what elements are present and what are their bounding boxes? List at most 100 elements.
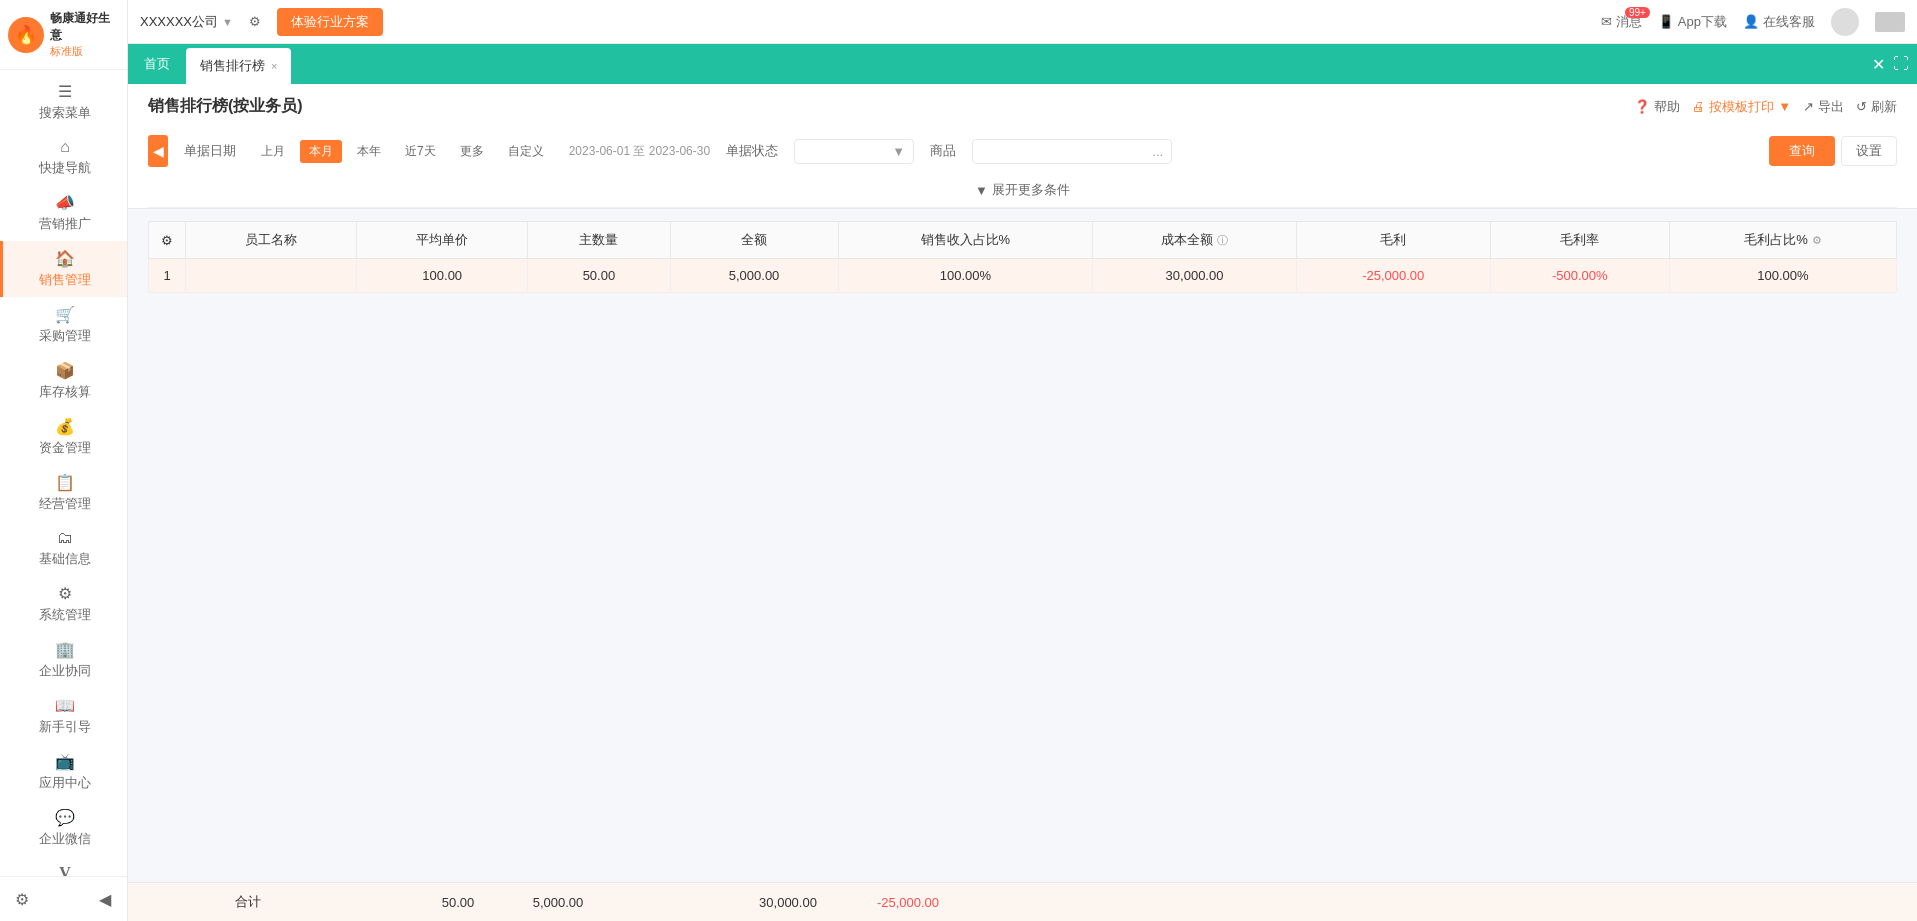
collapse-filter-btn[interactable]: ◀	[148, 135, 168, 167]
page-header: 销售排行榜(按业务员) ❓ 帮助 🖨 按模板打印 ▼ ↗ 导出	[128, 84, 1917, 209]
service-icon: 👤	[1743, 14, 1759, 29]
filter-expand-row: ▼ 展开更多条件	[148, 175, 1897, 207]
settings-btn[interactable]: 设置	[1841, 136, 1897, 166]
td-avg-price: 100.00	[357, 259, 528, 293]
appcenter-icon: 📺	[55, 752, 75, 771]
tab-home[interactable]: 首页	[128, 44, 186, 84]
tab-sales-ranking[interactable]: 销售排行榜 ×	[186, 48, 291, 84]
inventory-icon: 📦	[55, 361, 75, 380]
current-year-tag[interactable]: 本年	[348, 140, 390, 163]
td-gross-rate: -500.00%	[1490, 259, 1669, 293]
sidebar-item-appcenter[interactable]: 📺 应用中心	[0, 744, 127, 800]
logo-text: 畅康通好生意 标准版	[50, 10, 119, 59]
main: XXXXXX公司 ▼ ⚙ 体验行业方案 ✉ 消息 99+ 📱 App下载 👤 在…	[128, 0, 1917, 921]
footer-gross: -25,000.00	[848, 895, 968, 910]
tab-maximize-btn[interactable]: ⛶	[1893, 55, 1909, 73]
user-avatar[interactable]	[1831, 8, 1859, 36]
refresh-btn[interactable]: ↺ 刷新	[1856, 98, 1897, 116]
tab-bar: 首页 销售排行榜 × ✕ ⛶	[128, 44, 1917, 84]
help-btn[interactable]: ❓ 帮助	[1634, 98, 1680, 116]
footer-cost: 30,000.00	[728, 895, 848, 910]
last-month-tag[interactable]: 上月	[252, 140, 294, 163]
th-gross: 毛利	[1296, 222, 1490, 259]
company-dropdown-icon: ▼	[222, 16, 233, 28]
print-arrow-icon: ▼	[1778, 99, 1791, 114]
sidebar-item-baseinfo[interactable]: 🗂 基础信息	[0, 521, 127, 576]
td-rank: 1	[149, 259, 186, 293]
custom-tag[interactable]: 自定义	[499, 140, 553, 163]
td-sales-pct: 100.00%	[838, 259, 1093, 293]
online-service-btn[interactable]: 👤 在线客服	[1743, 13, 1815, 31]
msg-btn[interactable]: ✉ 消息 99+	[1601, 13, 1642, 31]
logo-badge: 标准版	[50, 44, 119, 59]
page-actions: ❓ 帮助 🖨 按模板打印 ▼ ↗ 导出 ↺ 刷新	[1634, 98, 1897, 116]
sidebar-item-member[interactable]: V 畅会员	[0, 856, 127, 876]
date-range: 上月 本月 本年 近7天 更多 自定义	[252, 140, 553, 163]
company-select[interactable]: XXXXXX公司 ▼	[140, 13, 233, 31]
print-icon: 🖨	[1692, 99, 1705, 114]
export-btn[interactable]: ↗ 导出	[1803, 98, 1844, 116]
th-settings[interactable]: ⚙	[149, 222, 186, 259]
table-footer: 合计 50.00 5,000.00 30,000.00 -25,000.00	[128, 882, 1917, 921]
sidebar-item-purchase[interactable]: 🛒 采购管理	[0, 297, 127, 353]
status-select[interactable]: ▼	[794, 139, 914, 164]
cost-info-icon: ⓘ	[1217, 234, 1228, 246]
page-title-row: 销售排行榜(按业务员) ❓ 帮助 🖨 按模板打印 ▼ ↗ 导出	[148, 96, 1897, 127]
settings-icon: ⚙	[249, 14, 261, 29]
data-table: ⚙ 员工名称 平均单价 主数量 全额 销售收入占比% 成本全额 ⓘ 毛利 毛利率…	[148, 221, 1897, 293]
trial-btn[interactable]: 体验行业方案	[277, 8, 383, 36]
sidebar-item-system[interactable]: ⚙ 系统管理	[0, 576, 127, 632]
date-label: 单据日期	[184, 142, 236, 160]
sidebar-item-sales[interactable]: 🏠 销售管理	[0, 241, 127, 297]
sidebar-item-marketing[interactable]: 📣 营销推广	[0, 185, 127, 241]
sidebar-item-search[interactable]: ☰ 搜索菜单	[0, 74, 127, 130]
current-month-tag[interactable]: 本月	[300, 140, 342, 163]
footer-qty: 50.00	[408, 895, 508, 910]
expand-btn[interactable]: ▼ 展开更多条件	[975, 181, 1070, 199]
sidebar-label-appcenter: 应用中心	[39, 774, 91, 792]
sidebar-collapse-btn[interactable]: ◀	[91, 885, 119, 913]
sidebar-label-guide: 新手引导	[39, 718, 91, 736]
app-download-btn[interactable]: 📱 App下载	[1658, 13, 1727, 31]
service-label: 在线客服	[1763, 13, 1815, 31]
sidebar-footer: ⚙ ◀	[0, 876, 127, 921]
sidebar-item-enterprise[interactable]: 🏢 企业协同	[0, 632, 127, 688]
tab-close-icon[interactable]: ×	[271, 60, 277, 72]
sidebar-label-system: 系统管理	[39, 606, 91, 624]
sidebar-settings-btn[interactable]: ⚙	[8, 885, 36, 913]
sidebar-label-finance: 资金管理	[39, 439, 91, 457]
system-icon: ⚙	[58, 584, 72, 603]
sidebar-item-quicknav[interactable]: ⌂ 快捷导航	[0, 130, 127, 185]
query-btn[interactable]: 查询	[1769, 136, 1835, 166]
app-icon: 📱	[1658, 14, 1674, 29]
search-menu-icon: ☰	[58, 82, 72, 101]
goods-input[interactable]: ...	[972, 139, 1172, 164]
sidebar-item-finance[interactable]: 💰 资金管理	[0, 409, 127, 465]
logo-name: 畅康通好生意	[50, 10, 119, 44]
baseinfo-icon: 🗂	[57, 529, 73, 547]
more-tag[interactable]: 更多	[451, 140, 493, 163]
print-btn[interactable]: 🖨 按模板打印 ▼	[1692, 98, 1791, 116]
sidebar-item-guide[interactable]: 📖 新手引导	[0, 688, 127, 744]
export-label: 导出	[1818, 98, 1844, 116]
company-name: XXXXXX公司	[140, 13, 218, 31]
goods-more-icon[interactable]: ...	[1152, 144, 1163, 159]
header-settings-btn[interactable]: ⚙	[241, 8, 269, 36]
date-range-text: 2023-06-01 至 2023-06-30	[569, 143, 710, 160]
last7days-tag[interactable]: 近7天	[396, 140, 445, 163]
expand-label: 展开更多条件	[992, 181, 1070, 199]
tab-close-window-btn[interactable]: ✕	[1872, 55, 1885, 74]
sidebar-label-quicknav: 快捷导航	[39, 159, 91, 177]
sidebar-item-inventory[interactable]: 📦 库存核算	[0, 353, 127, 409]
tab-sales-label: 销售排行榜	[200, 57, 265, 75]
export-icon: ↗	[1803, 99, 1814, 114]
sidebar-item-wechat[interactable]: 💬 企业微信	[0, 800, 127, 856]
app-label: App下载	[1678, 13, 1727, 31]
th-gross-rate: 毛利率	[1490, 222, 1669, 259]
wechat-icon: 💬	[55, 808, 75, 827]
sidebar-item-operation[interactable]: 📋 经营管理	[0, 465, 127, 521]
sidebar-nav: ☰ 搜索菜单 ⌂ 快捷导航 📣 营销推广 🏠 销售管理 🛒 采购管理 📦 库存核…	[0, 70, 127, 876]
th-gross-pct: 毛利占比% ⚙	[1669, 222, 1896, 259]
goods-label: 商品	[930, 142, 956, 160]
finance-icon: 💰	[55, 417, 75, 436]
